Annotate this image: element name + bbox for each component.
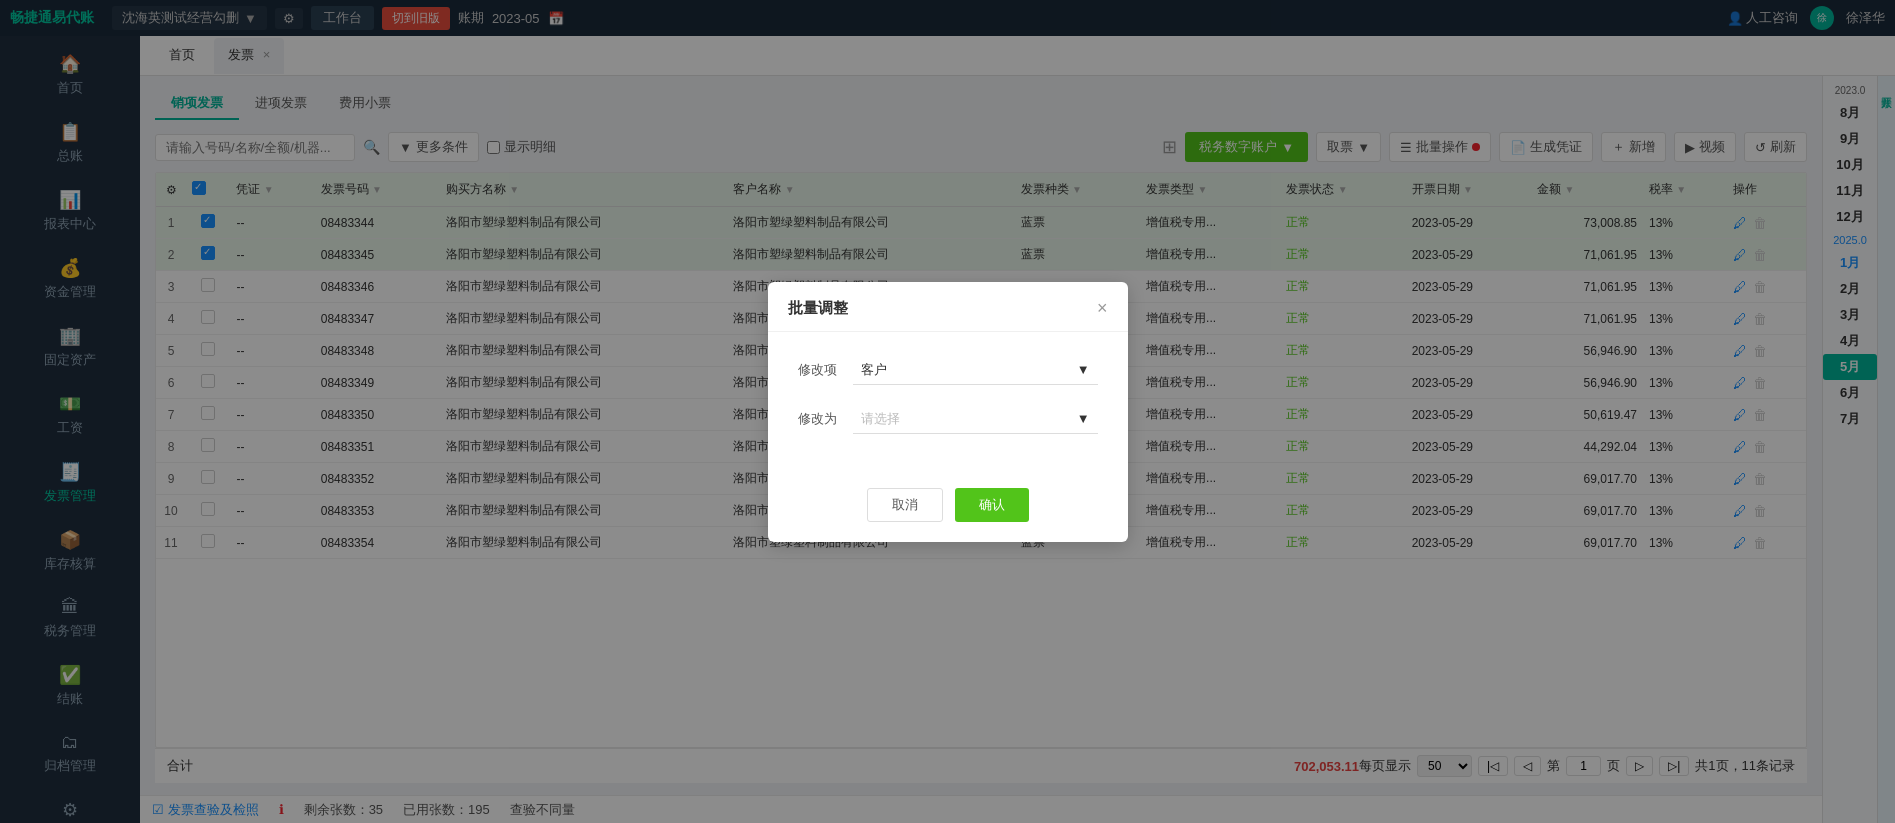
value-label: 修改为	[798, 410, 853, 428]
field-select[interactable]: 客户 ▼	[853, 356, 1098, 385]
modal-title: 批量调整	[788, 299, 848, 318]
form-row-field: 修改项 客户 ▼	[798, 356, 1098, 385]
modal-header: 批量调整 ×	[768, 282, 1128, 332]
value-placeholder: 请选择	[861, 410, 900, 428]
value-select-arrow-icon: ▼	[1077, 411, 1090, 426]
value-select[interactable]: 请选择 ▼	[853, 405, 1098, 434]
modal-footer: 取消 确认	[768, 478, 1128, 542]
cancel-button[interactable]: 取消	[867, 488, 943, 522]
batch-adjust-modal: 批量调整 × 修改项 客户 ▼ 修改为 请选择 ▼ 取消 确认	[768, 282, 1128, 542]
field-label: 修改项	[798, 361, 853, 379]
field-select-arrow-icon: ▼	[1077, 362, 1090, 377]
confirm-button[interactable]: 确认	[955, 488, 1029, 522]
modal-overlay: 批量调整 × 修改项 客户 ▼ 修改为 请选择 ▼ 取消 确认	[0, 0, 1895, 823]
modal-body: 修改项 客户 ▼ 修改为 请选择 ▼	[768, 332, 1128, 478]
form-row-value: 修改为 请选择 ▼	[798, 405, 1098, 434]
modal-close-btn[interactable]: ×	[1097, 298, 1108, 319]
